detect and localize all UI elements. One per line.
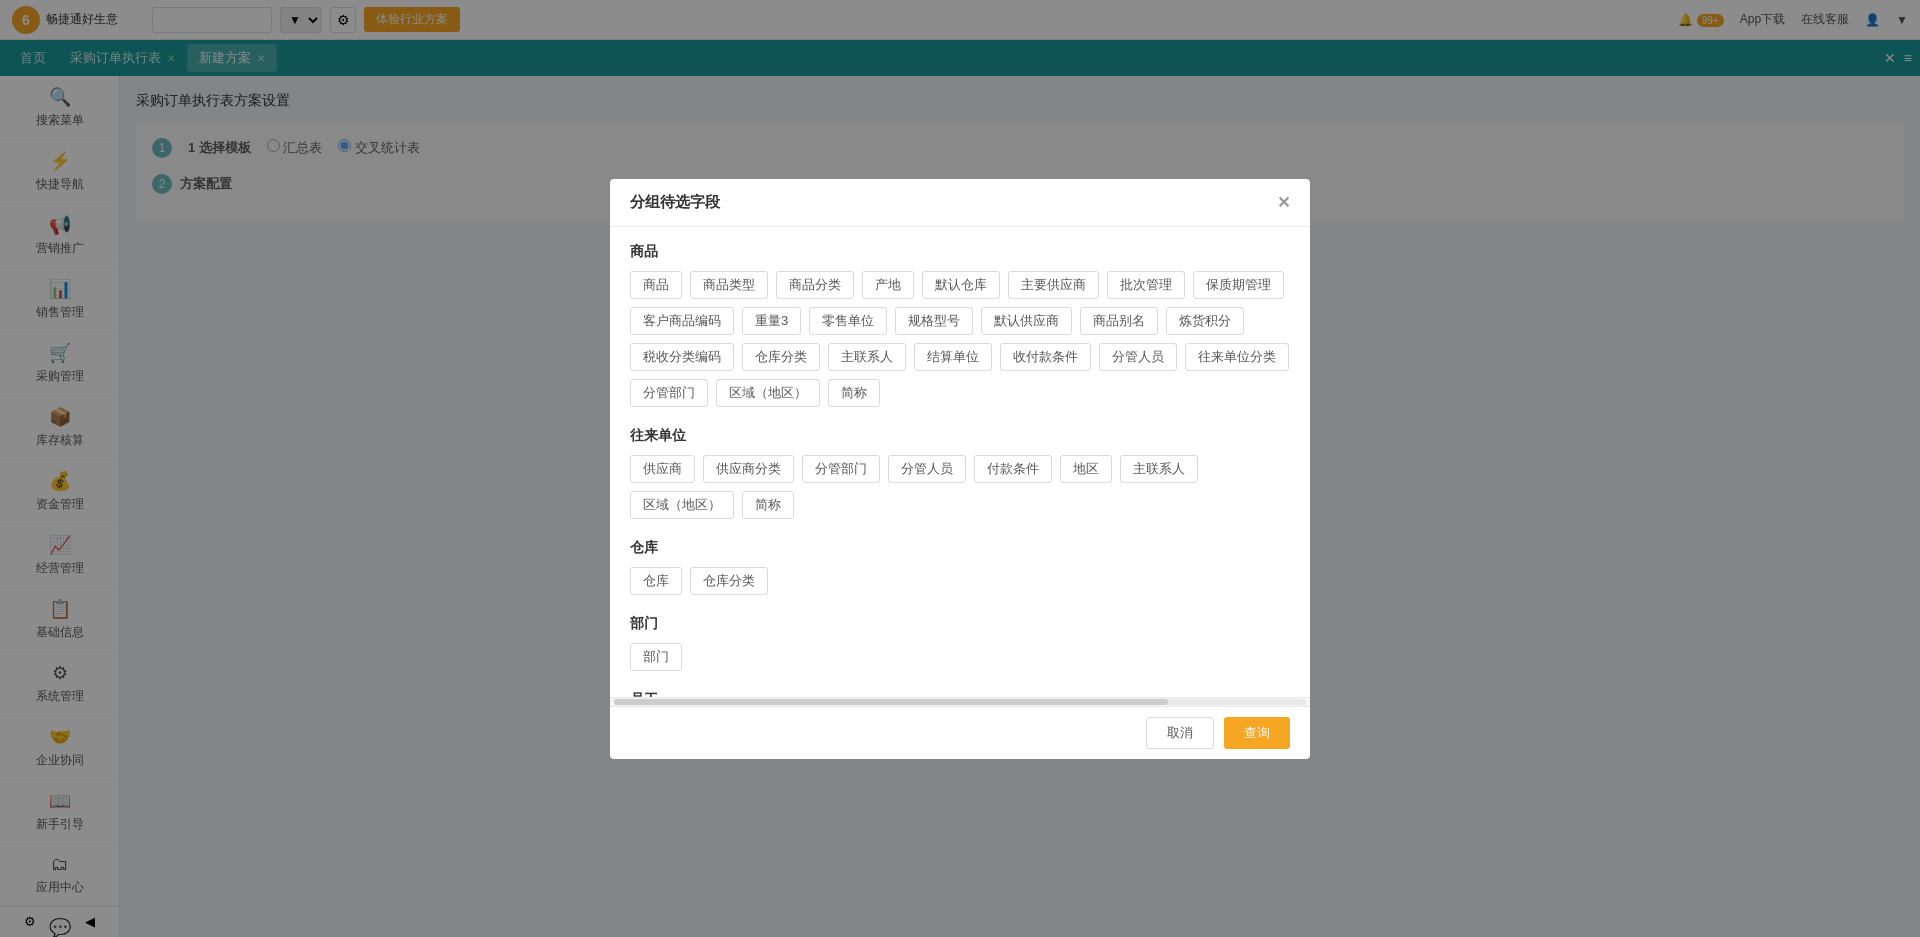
section-goods-tags: 商品 商品类型 商品分类 产地 默认仓库 主要供应商 批次管理 保质期管理 客户…	[630, 271, 1290, 407]
field-tag-goods-type[interactable]: 商品类型	[690, 271, 768, 299]
field-tag-main-contact2[interactable]: 主联系人	[1120, 455, 1198, 483]
modal-footer: 取消 查询	[610, 706, 1310, 759]
field-tag-retail-unit[interactable]: 零售单位	[809, 307, 887, 335]
modal-overlay: 分组待选字段 ✕ 商品 商品 商品类型 商品分类 产地 默认仓库 主要供应商 批…	[0, 0, 1920, 937]
field-tag-warehouse-category[interactable]: 仓库分类	[742, 343, 820, 371]
field-tag-dept-mgmt[interactable]: 分管部门	[630, 379, 708, 407]
field-tag-goods-category[interactable]: 商品分类	[776, 271, 854, 299]
field-tag-customer-code[interactable]: 客户商品编码	[630, 307, 734, 335]
field-tag-main-supplier[interactable]: 主要供应商	[1008, 271, 1099, 299]
section-warehouse-title: 仓库	[630, 539, 1290, 557]
modal-horizontal-scrollbar[interactable]	[610, 697, 1310, 706]
section-warehouse-tags: 仓库 仓库分类	[630, 567, 1290, 595]
field-tag-payment-cond[interactable]: 付款条件	[974, 455, 1052, 483]
field-tag-related-unit-cat[interactable]: 往来单位分类	[1185, 343, 1289, 371]
section-partner-tags: 供应商 供应商分类 分管部门 分管人员 付款条件 地区 主联系人 区域（地区） …	[630, 455, 1290, 519]
field-tag-settlement-unit[interactable]: 结算单位	[914, 343, 992, 371]
field-tag-goods-alias[interactable]: 商品别名	[1080, 307, 1158, 335]
field-tag-abbr-goods[interactable]: 简称	[828, 379, 880, 407]
field-tag-partner-dept[interactable]: 分管部门	[802, 455, 880, 483]
field-tag-payment-terms[interactable]: 收付款条件	[1000, 343, 1091, 371]
field-tag-warehouse[interactable]: 仓库	[630, 567, 682, 595]
field-tag-refine-points[interactable]: 炼货积分	[1166, 307, 1244, 335]
field-tag-tax-code[interactable]: 税收分类编码	[630, 343, 734, 371]
field-tag-main-contact[interactable]: 主联系人	[828, 343, 906, 371]
field-tag-spec-model[interactable]: 规格型号	[895, 307, 973, 335]
field-tag-default-warehouse[interactable]: 默认仓库	[922, 271, 1000, 299]
field-tag-supplier-cat[interactable]: 供应商分类	[703, 455, 794, 483]
modal-close-button[interactable]: ✕	[1277, 193, 1290, 212]
field-tag-supplier[interactable]: 供应商	[630, 455, 695, 483]
field-tag-origin[interactable]: 产地	[862, 271, 914, 299]
field-tag-batch-mgmt[interactable]: 批次管理	[1107, 271, 1185, 299]
field-tag-area[interactable]: 地区	[1060, 455, 1112, 483]
modal-header: 分组待选字段 ✕	[610, 179, 1310, 227]
field-tag-department[interactable]: 部门	[630, 643, 682, 671]
section-goods: 商品 商品 商品类型 商品分类 产地 默认仓库 主要供应商 批次管理 保质期管理…	[630, 243, 1290, 407]
section-partner: 往来单位 供应商 供应商分类 分管部门 分管人员 付款条件 地区 主联系人 区域…	[630, 427, 1290, 519]
modal-title: 分组待选字段	[630, 193, 720, 212]
field-tag-region-partner[interactable]: 区域（地区）	[630, 491, 734, 519]
field-select-modal: 分组待选字段 ✕ 商品 商品 商品类型 商品分类 产地 默认仓库 主要供应商 批…	[610, 179, 1310, 759]
field-tag-goods[interactable]: 商品	[630, 271, 682, 299]
cancel-button[interactable]: 取消	[1146, 717, 1214, 749]
field-tag-supervisor[interactable]: 分管人员	[1099, 343, 1177, 371]
confirm-button[interactable]: 查询	[1224, 717, 1290, 749]
section-department-title: 部门	[630, 615, 1290, 633]
field-tag-partner-person[interactable]: 分管人员	[888, 455, 966, 483]
section-goods-title: 商品	[630, 243, 1290, 261]
field-tag-abbr-partner[interactable]: 简称	[742, 491, 794, 519]
section-department: 部门 部门	[630, 615, 1290, 671]
field-tag-shelf-life[interactable]: 保质期管理	[1193, 271, 1284, 299]
field-tag-weight[interactable]: 重量3	[742, 307, 801, 335]
modal-body[interactable]: 商品 商品 商品类型 商品分类 产地 默认仓库 主要供应商 批次管理 保质期管理…	[610, 227, 1310, 697]
section-department-tags: 部门	[630, 643, 1290, 671]
field-tag-region-goods[interactable]: 区域（地区）	[716, 379, 820, 407]
section-warehouse: 仓库 仓库 仓库分类	[630, 539, 1290, 595]
field-tag-default-supplier[interactable]: 默认供应商	[981, 307, 1072, 335]
field-tag-warehouse-cat[interactable]: 仓库分类	[690, 567, 768, 595]
section-partner-title: 往来单位	[630, 427, 1290, 445]
